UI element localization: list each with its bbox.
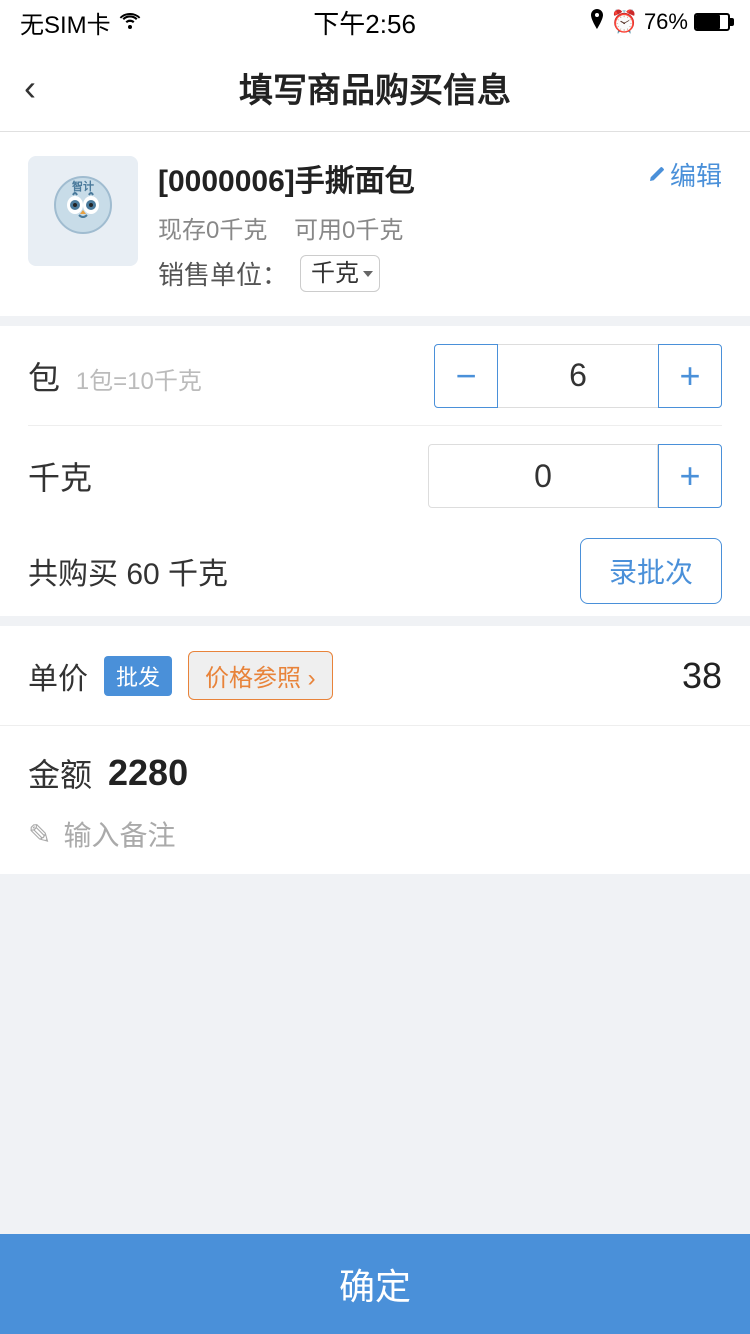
bag-decrement-button[interactable]: − <box>434 344 498 408</box>
battery-percent: 76% <box>644 9 688 35</box>
summary-text: 共购买 60 千克 <box>28 549 228 593</box>
edit-button[interactable]: 编辑 <box>646 156 722 193</box>
kg-row: 千克 + <box>28 426 722 526</box>
svg-text:智计: 智计 <box>72 179 94 193</box>
battery-icon <box>694 13 730 31</box>
bag-label: 包 <box>28 360 60 396</box>
amount-row: 金额 2280 <box>28 750 722 796</box>
kg-label: 千克 <box>28 453 92 499</box>
kg-increment-button[interactable]: + <box>658 444 722 508</box>
price-label: 单价 <box>28 654 88 698</box>
status-right: ⏰ 76% <box>589 9 730 35</box>
product-unit-row: 销售单位： 千克 包 <box>158 255 722 292</box>
location-icon <box>589 9 605 35</box>
unit-select[interactable]: 千克 包 <box>300 255 380 292</box>
product-name: [0000006]手撕面包 <box>158 156 415 200</box>
bag-hint: 1包=10千克 <box>76 368 202 395</box>
product-thumbnail: 智计 <box>28 156 138 266</box>
kg-qty-control: + <box>428 444 722 508</box>
status-left: 无SIM卡 <box>20 5 141 40</box>
wifi-icon <box>119 8 141 36</box>
price-ref-button[interactable]: 价格参照 › <box>188 651 333 700</box>
back-button[interactable]: ‹ <box>24 67 36 109</box>
quantity-section: 包 1包=10千克 − + 千克 + <box>0 326 750 526</box>
confirm-button[interactable]: 确定 <box>0 1234 750 1334</box>
amount-value: 2280 <box>108 752 188 794</box>
bag-qty-input[interactable] <box>498 344 658 408</box>
summary-section: 共购买 60 千克 录批次 <box>0 526 750 626</box>
kg-qty-input[interactable] <box>428 444 658 508</box>
status-bar: 无SIM卡 下午2:56 ⏰ 76% <box>0 0 750 44</box>
remark-label: 输入备注 <box>63 814 175 854</box>
price-value: 38 <box>682 655 722 697</box>
carrier-label: 无SIM卡 <box>20 5 111 40</box>
nav-bar: ‹ 填写商品购买信息 <box>0 44 750 132</box>
status-time: 下午2:56 <box>313 4 416 41</box>
page-title: 填写商品购买信息 <box>239 63 511 112</box>
bag-label-group: 包 1包=10千克 <box>28 353 202 399</box>
pencil-icon: ✎ <box>28 818 51 851</box>
amount-section: 金额 2280 ✎ 输入备注 <box>0 726 750 884</box>
remark-row[interactable]: ✎ 输入备注 <box>28 814 722 854</box>
product-card: 智计 [0000006]手撕面包 编辑 现存0千克 可用0千克 销售单位： 千克… <box>0 132 750 326</box>
product-stock: 现存0千克 可用0千克 <box>158 210 722 245</box>
batch-button[interactable]: 录批次 <box>580 538 722 604</box>
bag-qty-control: − + <box>434 344 722 408</box>
product-info: [0000006]手撕面包 编辑 现存0千克 可用0千克 销售单位： 千克 包 <box>158 156 722 292</box>
price-tag: 批发 <box>104 656 172 696</box>
bag-row: 包 1包=10千克 − + <box>28 326 722 426</box>
bag-increment-button[interactable]: + <box>658 344 722 408</box>
bottom-fill <box>0 884 750 1214</box>
amount-label: 金额 <box>28 750 92 796</box>
edit-label: 编辑 <box>670 156 722 193</box>
alarm-icon: ⏰ <box>611 9 638 35</box>
price-section: 单价 批发 价格参照 › 38 <box>0 626 750 726</box>
product-owl-icon: 智计 <box>53 175 113 247</box>
